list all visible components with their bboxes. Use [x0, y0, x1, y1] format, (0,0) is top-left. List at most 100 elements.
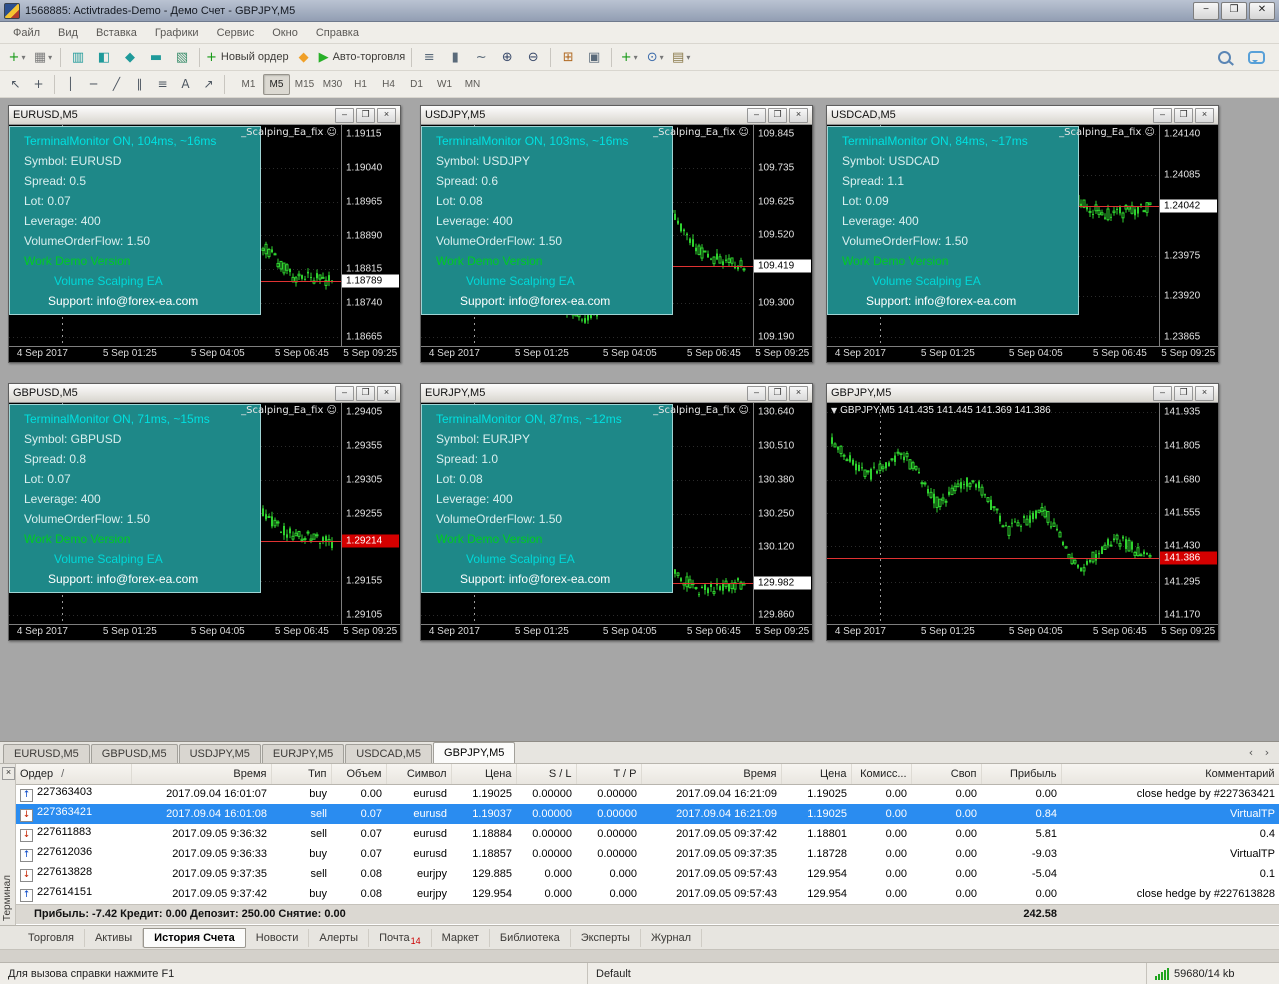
- chart-close-button[interactable]: ×: [1195, 107, 1214, 123]
- templates-button[interactable]: ▤ ▾: [668, 47, 694, 68]
- column-header-Ордер[interactable]: Ордер /: [16, 764, 132, 785]
- timeframe-M15-button[interactable]: M15: [291, 74, 318, 95]
- market-watch-button[interactable]: ▥: [65, 47, 91, 68]
- periods-button[interactable]: ⊙ ▾: [642, 47, 668, 68]
- terminal-tab-Новости[interactable]: Новости: [246, 928, 310, 947]
- search-button[interactable]: [1211, 47, 1237, 68]
- timeframe-H4-button[interactable]: H4: [375, 74, 402, 95]
- chart-restore-button[interactable]: ❐: [1174, 385, 1193, 401]
- menu-item-Окно[interactable]: Окно: [263, 24, 307, 42]
- chart-candles-button[interactable]: ▮: [442, 47, 468, 68]
- column-header-Тип[interactable]: Тип: [271, 764, 332, 785]
- resize-strip[interactable]: [0, 950, 1279, 963]
- menu-item-Графики[interactable]: Графики: [146, 24, 208, 42]
- terminal-tab-Активы[interactable]: Активы: [85, 928, 144, 947]
- minimize-button[interactable]: −: [1193, 1, 1219, 20]
- chart-window-titlebar[interactable]: USDJPY,M5 – ❐ ×: [421, 106, 812, 125]
- chart-minimize-button[interactable]: –: [335, 385, 354, 401]
- vertical-line-tool-button[interactable]: │: [59, 74, 82, 95]
- timeframe-M30-button[interactable]: M30: [319, 74, 346, 95]
- time-axis[interactable]: 4 Sep 2017 5 Sep 01:25 5 Sep 04:05 5 Sep 06…: [9, 624, 400, 639]
- menu-item-Сервис[interactable]: Сервис: [208, 24, 264, 42]
- column-header-Своп[interactable]: Своп: [911, 764, 982, 785]
- column-header-Время[interactable]: Время: [641, 764, 782, 785]
- horizontal-line-tool-button[interactable]: ─: [82, 74, 105, 95]
- terminal-tab-Почта[interactable]: Почта14: [369, 928, 432, 947]
- column-header-Символ[interactable]: Символ: [386, 764, 452, 785]
- price-axis[interactable]: 130.640 130.510 130.380 130.250 130.120 129.8…: [754, 403, 812, 624]
- price-axis[interactable]: 141.935 141.805 141.680 141.555 141.430 141.2…: [1160, 403, 1218, 624]
- data-window-button[interactable]: ◧: [91, 47, 117, 68]
- timeframe-W1-button[interactable]: W1: [431, 74, 458, 95]
- text-label-tool-button[interactable]: A: [174, 74, 197, 95]
- time-axis[interactable]: 4 Sep 2017 5 Sep 01:25 5 Sep 04:05 5 Sep 06…: [421, 346, 812, 361]
- terminal-tab-Журнал[interactable]: Журнал: [641, 928, 703, 947]
- collapse-caret-icon[interactable]: ▼: [831, 406, 837, 415]
- time-axis[interactable]: 4 Sep 2017 5 Sep 01:25 5 Sep 04:05 5 Sep 06…: [827, 346, 1218, 361]
- tile-windows-button[interactable]: ⊞: [555, 47, 581, 68]
- chart-minimize-button[interactable]: –: [1153, 385, 1172, 401]
- chart-close-button[interactable]: ×: [377, 385, 396, 401]
- price-axis[interactable]: 109.845 109.735 109.625 109.520 109.300 109.1…: [754, 125, 812, 346]
- zoom-out-button[interactable]: ⊖: [520, 47, 546, 68]
- new-order-button[interactable]: + Новый ордер: [204, 47, 291, 68]
- menu-item-Справка[interactable]: Справка: [307, 24, 368, 42]
- chart-minimize-button[interactable]: –: [747, 107, 766, 123]
- price-axis[interactable]: 1.24140 1.24085 1.23975 1.23920 1.23865 1.240…: [1160, 125, 1218, 346]
- menu-item-Вставка[interactable]: Вставка: [87, 24, 146, 42]
- timeframe-M5-button[interactable]: M5: [263, 73, 290, 95]
- menu-item-Файл[interactable]: Файл: [4, 24, 49, 42]
- chart-restore-button[interactable]: ❐: [768, 107, 787, 123]
- column-header-S / L[interactable]: S / L: [516, 764, 577, 785]
- column-header-Цена[interactable]: Цена: [781, 764, 852, 785]
- terminal-tab-Эксперты[interactable]: Эксперты: [571, 928, 641, 947]
- history-row[interactable]: ↑ 227612036 2017.09.05 9:36:33 buy 0.07 eurus…: [16, 844, 1279, 864]
- zoom-in-button[interactable]: ⊕: [494, 47, 520, 68]
- chart-plot[interactable]: TerminalMonitor ON, 104ms, ~16ms Symbol: …: [9, 125, 342, 346]
- column-header-Объем[interactable]: Объем: [331, 764, 387, 785]
- chart-tab-EURJPY,M5[interactable]: EURJPY,M5: [261, 744, 345, 763]
- strategy-tester-button[interactable]: ▧: [169, 47, 195, 68]
- close-button[interactable]: ✕: [1249, 1, 1275, 20]
- terminal-panel-button[interactable]: ▬: [143, 47, 169, 68]
- chart-window-titlebar[interactable]: GBPUSD,M5 – ❐ ×: [9, 384, 400, 403]
- chart-tab-GBPJPY,M5[interactable]: GBPJPY,M5: [433, 742, 516, 763]
- history-row[interactable]: ↓ 227611883 2017.09.05 9:36:32 sell 0.07 euru…: [16, 824, 1279, 844]
- chart-close-button[interactable]: ×: [377, 107, 396, 123]
- price-axis[interactable]: 1.29405 1.29355 1.29305 1.29255 1.29155 1.291…: [342, 403, 400, 624]
- chart-close-button[interactable]: ×: [789, 107, 808, 123]
- menu-item-Вид[interactable]: Вид: [49, 24, 87, 42]
- column-header-T / P[interactable]: T / P: [576, 764, 642, 785]
- price-axis[interactable]: 1.19115 1.19040 1.18965 1.18890 1.18815 1.187…: [342, 125, 400, 346]
- column-header-Комментарий[interactable]: Комментарий: [1061, 764, 1279, 785]
- column-header-Цена[interactable]: Цена: [451, 764, 517, 785]
- history-row[interactable]: ↓ 227363421 2017.09.04 16:01:08 sell 0.07 eur…: [16, 804, 1279, 824]
- time-axis[interactable]: 4 Sep 2017 5 Sep 01:25 5 Sep 04:05 5 Sep 06…: [9, 346, 400, 361]
- column-header-Время[interactable]: Время: [131, 764, 272, 785]
- time-axis[interactable]: 4 Sep 2017 5 Sep 01:25 5 Sep 04:05 5 Sep 06…: [827, 624, 1218, 639]
- scroll-right-icon[interactable]: ›: [1259, 745, 1275, 761]
- chart-window-titlebar[interactable]: USDCAD,M5 – ❐ ×: [827, 106, 1218, 125]
- chart-window-titlebar[interactable]: EURUSD,M5 – ❐ ×: [9, 106, 400, 125]
- terminal-tab-Алерты[interactable]: Алерты: [309, 928, 370, 947]
- chart-restore-button[interactable]: ❐: [356, 385, 375, 401]
- chart-plot[interactable]: ▼ GBPJPY,M5 141.435 141.445 141.369 141.3…: [827, 403, 1160, 624]
- trendline-tool-button[interactable]: ╱: [105, 74, 128, 95]
- chart-restore-button[interactable]: ❐: [356, 107, 375, 123]
- chart-plot[interactable]: TerminalMonitor ON, 87ms, ~12ms Symbol: E…: [421, 403, 754, 624]
- chart-tab-USDJPY,M5[interactable]: USDJPY,M5: [178, 744, 261, 763]
- chart-plot[interactable]: TerminalMonitor ON, 84ms, ~17ms Symbol: U…: [827, 125, 1160, 346]
- chart-close-button[interactable]: ×: [1195, 385, 1214, 401]
- chart-tab-EURUSD,M5[interactable]: EURUSD,M5: [3, 744, 90, 763]
- chart-restore-button[interactable]: ❐: [1174, 107, 1193, 123]
- chart-plot[interactable]: TerminalMonitor ON, 103ms, ~16ms Symbol: …: [421, 125, 754, 346]
- cursor-tool-button[interactable]: ↖: [4, 74, 27, 95]
- fibonacci-tool-button[interactable]: ≡: [151, 74, 174, 95]
- metaeditor-button[interactable]: ◆: [291, 47, 317, 68]
- community-button[interactable]: [1243, 47, 1269, 68]
- chart-restore-button[interactable]: ❐: [768, 385, 787, 401]
- terminal-tab-История Счета[interactable]: История Счета: [143, 927, 246, 948]
- history-row[interactable]: ↑ 227363403 2017.09.04 16:01:07 buy 0.00 euru…: [16, 784, 1279, 804]
- chart-window-titlebar[interactable]: GBPJPY,M5 – ❐ ×: [827, 384, 1218, 403]
- chart-bars-button[interactable]: ≡: [416, 47, 442, 68]
